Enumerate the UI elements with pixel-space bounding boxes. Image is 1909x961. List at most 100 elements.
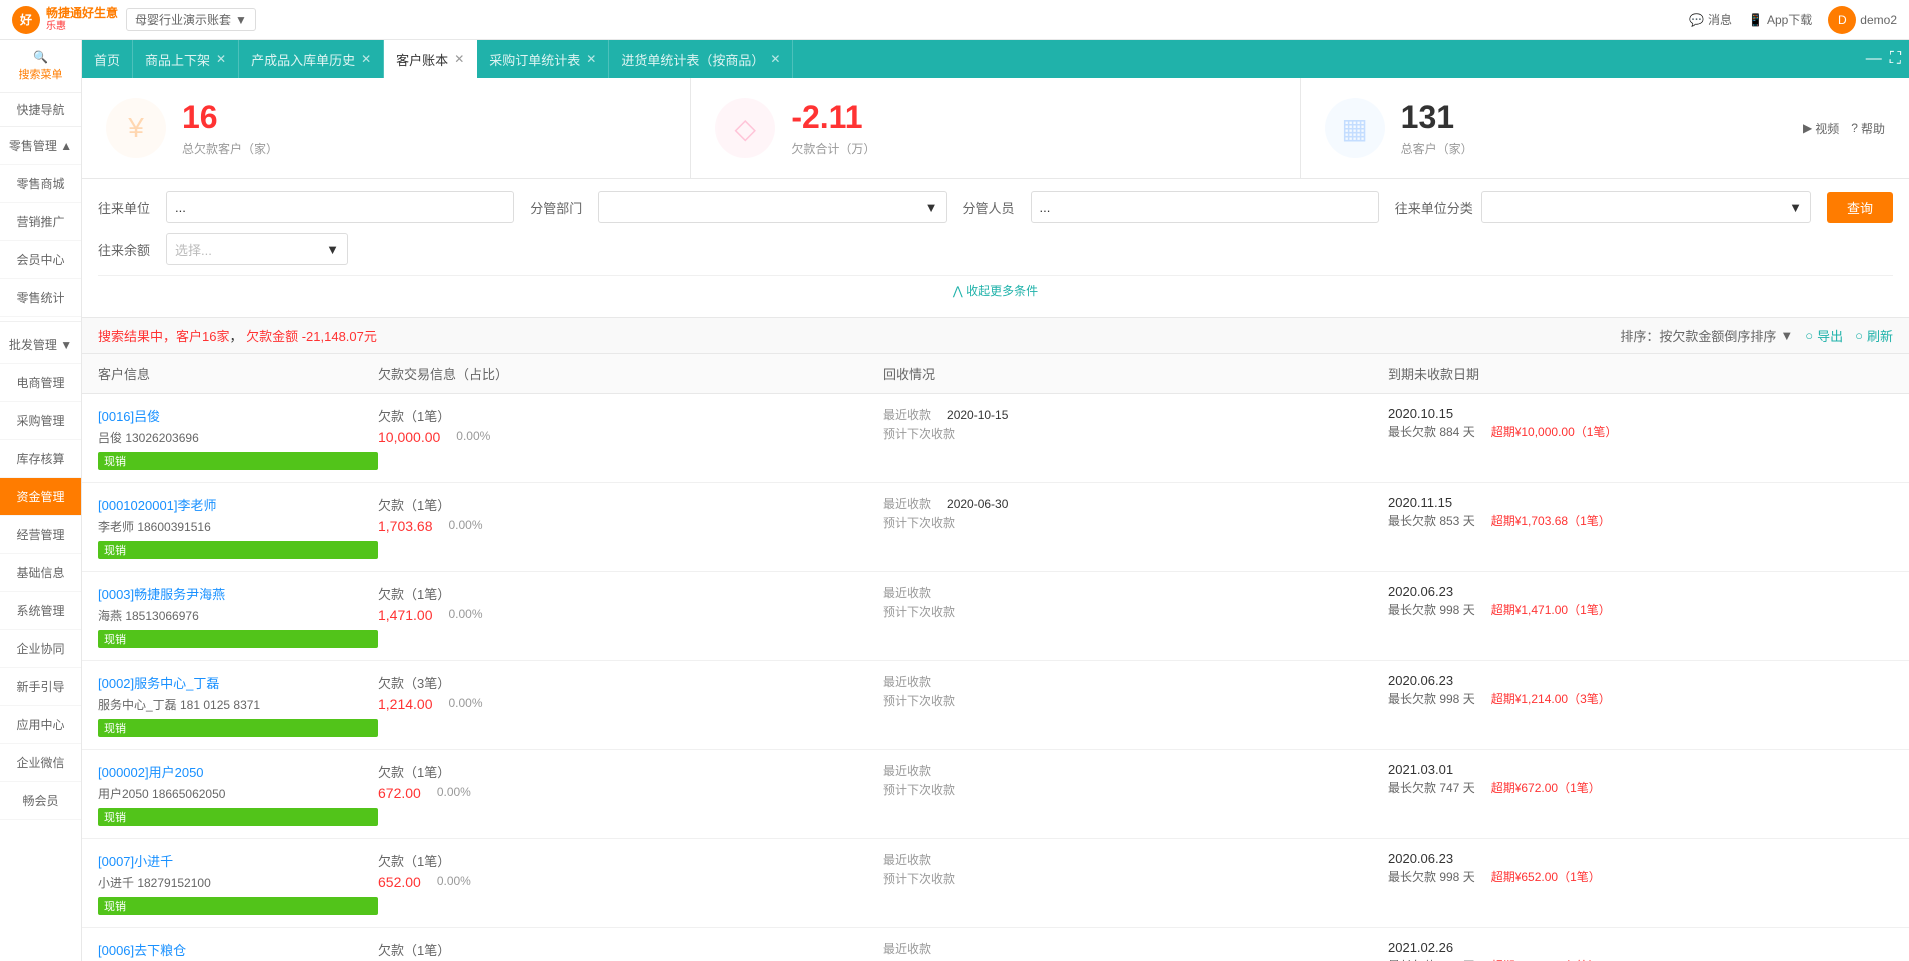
overdue-amount-0[interactable]: 超期¥10,000.00（1笔） (1491, 423, 1618, 440)
export-label: 导出 (1817, 326, 1843, 345)
app-download-icon: 📱 (1748, 13, 1763, 27)
sidebar-item-inventory[interactable]: 库存核算 (0, 440, 81, 478)
customer-name-3[interactable]: [0002]服务中心_丁磊 (98, 673, 378, 692)
due-date-1: 2020.11.15 (1388, 495, 1893, 510)
tab-home-label: 首页 (94, 50, 120, 69)
debt-amount-1: 1,703.68 (378, 518, 433, 534)
top-bar-left: 好 畅捷通好生意 乐惠 母婴行业演示账套 ▼ (12, 6, 256, 34)
tab-product-offline[interactable]: 商品上下架 ✕ (133, 40, 239, 78)
due-date-info-0: 2020.10.15 最长欠款 884 天 超期¥10,000.00（1笔） (1388, 406, 1893, 440)
collapse-bar[interactable]: ⋀ 收起更多条件 (98, 275, 1893, 305)
tab-purchase-stats-close[interactable]: ✕ (770, 52, 780, 66)
customer-name-5[interactable]: [0007]小进千 (98, 851, 378, 870)
tab-maximize-icon[interactable]: ⛶ (1890, 50, 1901, 68)
tab-product-offline-close[interactable]: ✕ (216, 52, 226, 66)
sidebar-item-basic-info[interactable]: 基础信息 (0, 554, 81, 592)
collapse-icon: ⋀ (953, 284, 963, 298)
sidebar-item-member[interactable]: 会员中心 (0, 241, 81, 279)
customer-name-0[interactable]: [0016]吕俊 (98, 406, 378, 425)
sidebar-item-member-plus[interactable]: 畅会员 (0, 782, 81, 820)
customer-info-2: [0003]畅捷服务尹海燕 海燕 18513066976 现销 (98, 584, 378, 648)
sidebar-item-newbie[interactable]: 新手引导 (0, 668, 81, 706)
tab-purchase-order[interactable]: 采购订单统计表 ✕ (477, 40, 609, 78)
col-header-customer: 客户信息 (98, 364, 378, 383)
help-action[interactable]: ? 帮助 (1851, 120, 1885, 137)
customer-info-6: [0006]去下粮仓 陈小希 现销 (98, 940, 378, 961)
message-action[interactable]: 💬 消息 (1689, 11, 1732, 28)
overdue-amount-3[interactable]: 超期¥1,214.00（3笔） (1491, 690, 1611, 707)
overdue-amount-2[interactable]: 超期¥1,471.00（1笔） (1491, 601, 1611, 618)
due-date-0: 2020.10.15 (1388, 406, 1893, 421)
overdue-amount-4[interactable]: 超期¥672.00（1笔） (1491, 779, 1601, 796)
tab-product-history-close[interactable]: ✕ (361, 52, 371, 66)
sidebar-item-retail-mgmt[interactable]: 零售管理 ▲ (0, 127, 81, 165)
overdue-amount-1[interactable]: 超期¥1,703.68（1笔） (1491, 512, 1611, 529)
stat-icon-debt: ◇ (715, 98, 775, 158)
app-download-action[interactable]: 📱 App下载 (1748, 11, 1812, 28)
customer-phone-0: 吕俊 13026203696 (98, 429, 378, 446)
debt-count-3: 欠款（3笔） (378, 673, 883, 692)
sidebar-item-batch-mgmt[interactable]: 批发管理 ▼ (0, 326, 81, 364)
overdue-amount-5[interactable]: 超期¥652.00（1笔） (1491, 868, 1601, 885)
stat-info-3: 131 总客户（家） (1401, 99, 1473, 157)
retail-mall-label: 零售商城 (16, 175, 64, 192)
sidebar-quick-nav[interactable]: 快捷导航 (0, 93, 81, 127)
sidebar-item-biz-mgmt[interactable]: 经营管理 (0, 516, 81, 554)
table-row: [0002]服务中心_丁磊 服务中心_丁磊 181 0125 8371 现销 欠… (82, 661, 1909, 750)
tab-customer-account[interactable]: 客户账本 ✕ (384, 40, 477, 78)
customer-name-6[interactable]: [0006]去下粮仓 (98, 940, 378, 959)
tab-minimize-icon[interactable]: — (1866, 50, 1882, 68)
refresh-button[interactable]: ○ 刷新 (1855, 326, 1893, 345)
overdue-days-3: 最长欠款 998 天 (1388, 690, 1475, 707)
sidebar-item-purchase[interactable]: 采购管理 (0, 402, 81, 440)
stat-label-debt-total: 欠款合计（万） (791, 140, 875, 157)
customer-info-0: [0016]吕俊 吕俊 13026203696 现销 (98, 406, 378, 470)
tab-product-history[interactable]: 产成品入库单历史 ✕ (239, 40, 384, 78)
refresh-label: 刷新 (1867, 326, 1893, 345)
user-action[interactable]: D demo2 (1828, 6, 1897, 34)
sidebar-item-finance[interactable]: 资金管理 (0, 478, 81, 516)
sidebar-item-system[interactable]: 系统管理 (0, 592, 81, 630)
debt-info-3: 欠款（3笔） 1,214.00 0.00% (378, 673, 883, 712)
filter-balance-select[interactable]: 选择... ▼ (166, 233, 348, 265)
sidebar-item-retail-mall[interactable]: 零售商城 (0, 165, 81, 203)
store-selector[interactable]: 母婴行业演示账套 ▼ (126, 8, 256, 31)
video-action[interactable]: ▶ 视频 (1803, 120, 1839, 137)
tab-customer-account-close[interactable]: ✕ (454, 52, 464, 66)
filter-person-input[interactable]: ... (1031, 191, 1379, 223)
filter-supplier-type-select[interactable]: ▼ (1481, 191, 1811, 223)
due-date-info-6: 2021.02.26 最长欠款 750 天 超期¥455.90（1笔） (1388, 940, 1893, 961)
sidebar-item-retail-stats[interactable]: 零售统计 (0, 279, 81, 317)
due-date-info-2: 2020.06.23 最长欠款 998 天 超期¥1,471.00（1笔） (1388, 584, 1893, 618)
filter-person-label: 分管人员 (963, 198, 1023, 217)
customer-name-2[interactable]: [0003]畅捷服务尹海燕 (98, 584, 378, 603)
sidebar-item-marketing[interactable]: 营销推广 (0, 203, 81, 241)
sidebar-item-app-center[interactable]: 应用中心 (0, 706, 81, 744)
debt-amount-0: 10,000.00 (378, 429, 440, 445)
sidebar-item-enterprise[interactable]: 企业协同 (0, 630, 81, 668)
tab-home[interactable]: 首页 (82, 40, 133, 78)
search-button[interactable]: 查询 (1827, 192, 1893, 223)
tab-purchase-order-close[interactable]: ✕ (586, 52, 596, 66)
filter-supplier-input[interactable]: ... (166, 191, 514, 223)
customer-name-1[interactable]: [0001020001]李老师 (98, 495, 378, 514)
overdue-amount-6[interactable]: 超期¥455.90（1笔） (1491, 957, 1601, 961)
message-label: 消息 (1708, 11, 1732, 28)
tab-purchase-stats[interactable]: 进货单统计表（按商品） ✕ (609, 40, 793, 78)
tab-purchase-order-label: 采购订单统计表 (489, 50, 580, 69)
debt-info-2: 欠款（1笔） 1,471.00 0.00% (378, 584, 883, 623)
sidebar-item-ecommerce[interactable]: 电商管理 (0, 364, 81, 402)
export-button[interactable]: ○ 导出 (1805, 326, 1843, 345)
next-collect-4: 预计下次收款 (883, 781, 1388, 798)
sidebar: 🔍 搜索菜单 快捷导航 零售管理 ▲ 零售商城 营销推广 会员中心 零售统计 (0, 40, 82, 961)
sidebar-search[interactable]: 🔍 搜索菜单 (0, 40, 81, 93)
sort-button[interactable]: 排序：按欠款金额倒序排序 ▼ (1620, 326, 1793, 345)
filter-dept-select[interactable]: ▼ (598, 191, 946, 223)
sidebar-item-wecom[interactable]: 企业微信 (0, 744, 81, 782)
customer-name-4[interactable]: [000002]用户2050 (98, 762, 378, 781)
message-icon: 💬 (1689, 13, 1704, 27)
filter-balance-arrow: ▼ (326, 242, 339, 257)
tab-bar: 首页 商品上下架 ✕ 产成品入库单历史 ✕ 客户账本 ✕ 采购订单统计表 ✕ 进… (82, 40, 1909, 78)
next-collect-2: 预计下次收款 (883, 603, 1388, 620)
result-bar: 搜索结果中，客户16家， 欠款金额 -21,148.07元 排序：按欠款金额倒序… (82, 318, 1909, 354)
